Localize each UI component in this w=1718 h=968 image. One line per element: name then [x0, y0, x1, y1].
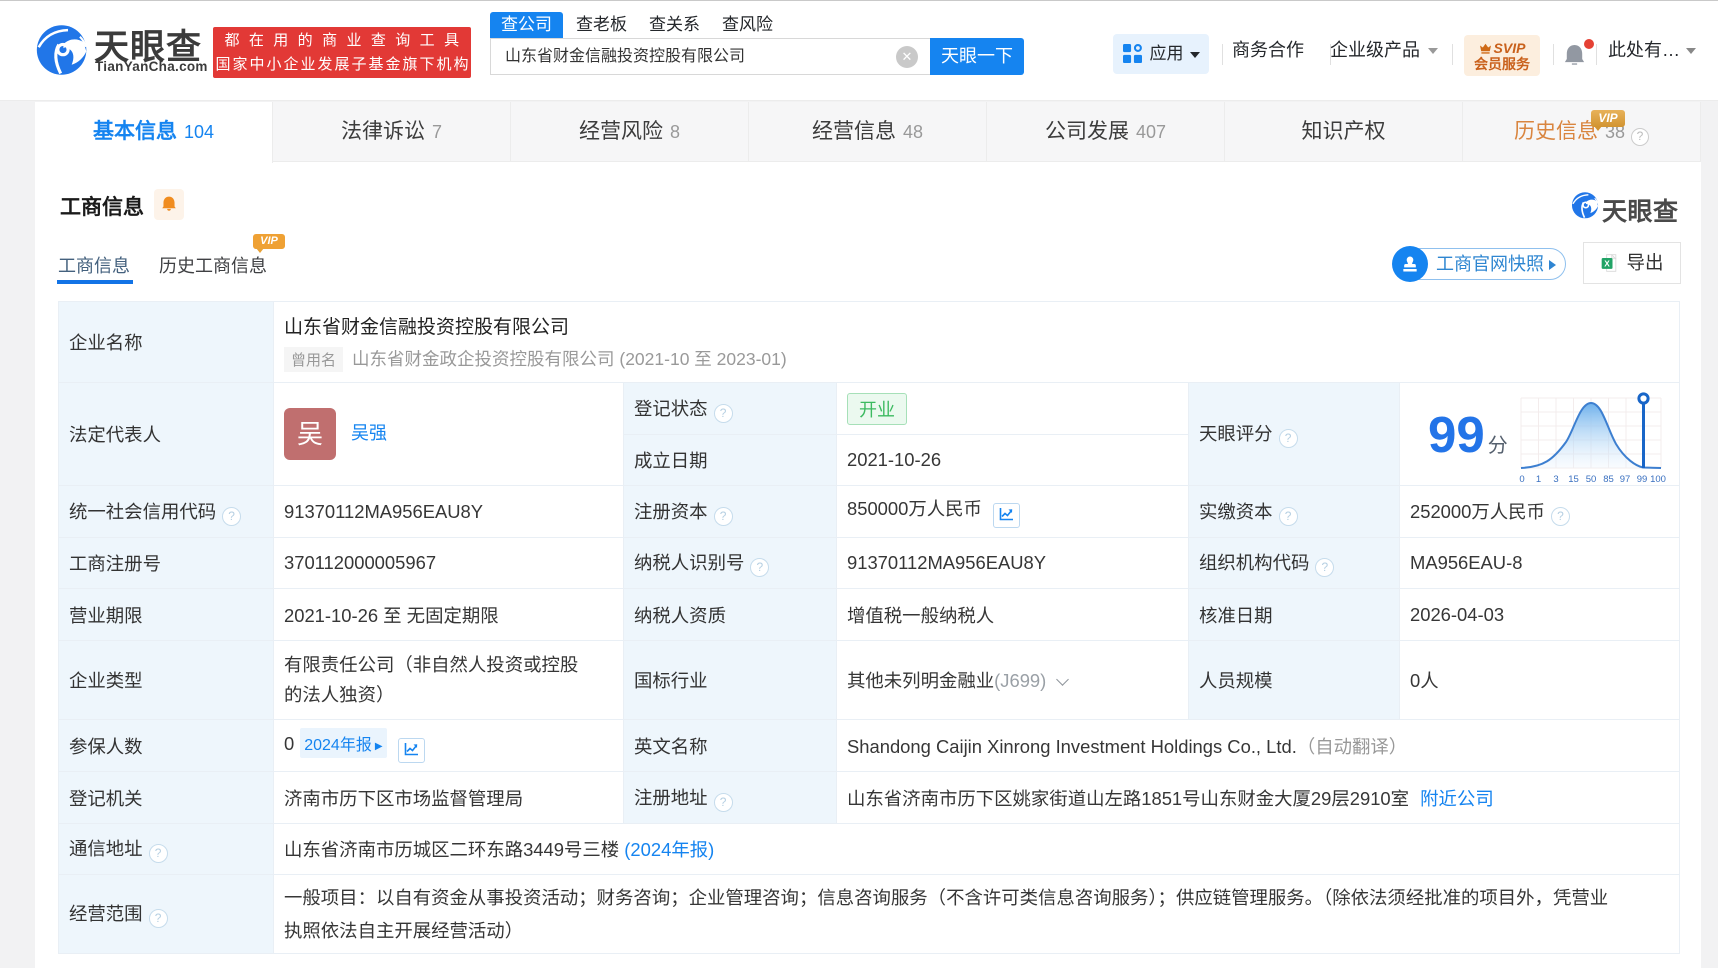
svg-text:100: 100 [1650, 474, 1666, 485]
svg-text:99: 99 [1637, 474, 1648, 485]
svg-text:15: 15 [1568, 474, 1579, 485]
svg-text:85: 85 [1603, 474, 1614, 485]
svg-text:0: 0 [1519, 474, 1524, 485]
svg-text:3: 3 [1553, 474, 1558, 485]
svg-text:97: 97 [1620, 474, 1631, 485]
svg-text:X: X [1605, 258, 1611, 268]
svg-text:1: 1 [1536, 474, 1541, 485]
svg-text:50: 50 [1586, 474, 1597, 485]
